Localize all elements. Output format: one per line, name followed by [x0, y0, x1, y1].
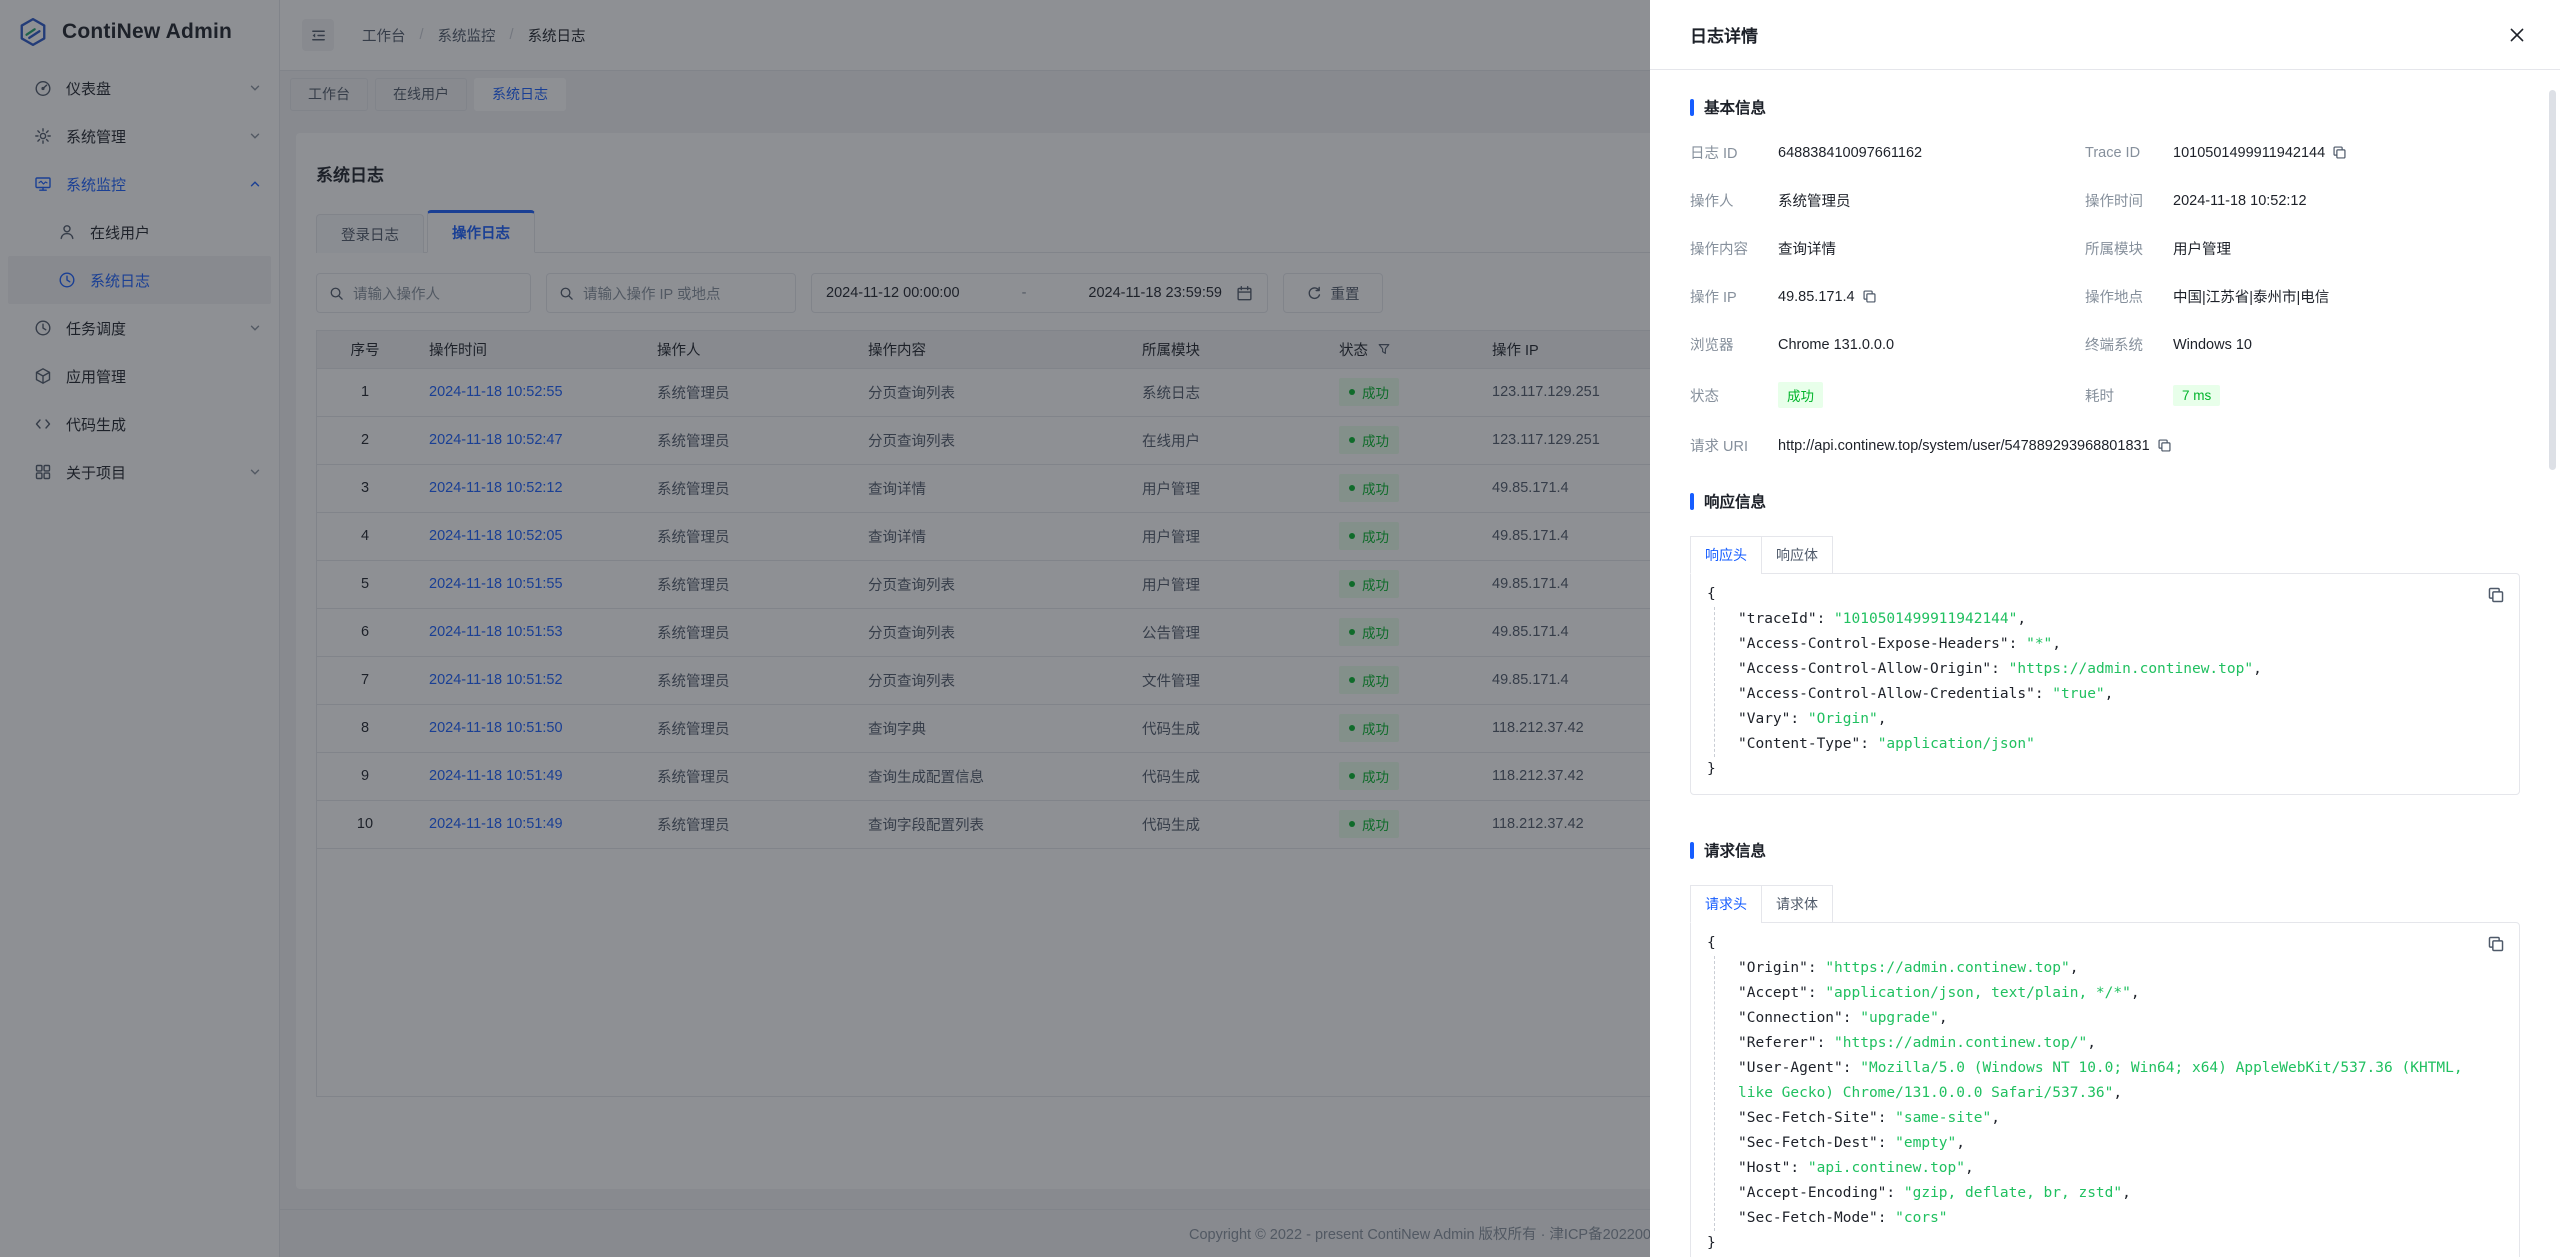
detail-field-操作内容: 操作内容查询详情	[1690, 238, 2085, 259]
response-info-heading: 响应信息	[1690, 490, 2520, 512]
detail-field-终端系统: 终端系统Windows 10	[2085, 334, 2520, 355]
field-value-text: 2024-11-18 10:52:12	[2173, 193, 2307, 209]
drawer-title: 日志详情	[1690, 22, 1758, 47]
log-detail-drawer: 日志详情 基本信息 日志 ID648838410097661162Trace I…	[1650, 0, 2560, 1257]
drawer-header: 日志详情	[1650, 0, 2560, 70]
copy-icon[interactable]	[2487, 935, 2505, 953]
code-line: "Access-Control-Expose-Headers": "*",	[1738, 632, 2473, 657]
copy-icon[interactable]	[1862, 289, 1877, 304]
code-entries: "Origin": "https://admin.continew.top","…	[1714, 956, 2473, 1231]
code-entries: "traceId": "1010501499911942144","Access…	[1714, 607, 2473, 757]
code-line: "Sec-Fetch-Mode": "cors"	[1738, 1206, 2473, 1231]
field-label: 操作 IP	[1690, 286, 1778, 307]
field-value-text: 系统管理员	[1778, 190, 1851, 211]
code-line: "Origin": "https://admin.continew.top",	[1738, 956, 2473, 981]
detail-field-操作 IP: 操作 IP49.85.171.4	[1690, 286, 2085, 307]
field-value-text: Windows 10	[2173, 337, 2252, 353]
detail-field-Trace ID: Trace ID1010501499911942144	[2085, 142, 2520, 163]
code-line: }	[1707, 1231, 2473, 1256]
section-accent-bar	[1690, 842, 1694, 859]
drawer-scrollbar[interactable]	[2549, 90, 2556, 470]
status-badge: 7 ms	[2173, 385, 2220, 406]
request-tabs: 请求头请求体	[1690, 885, 2520, 923]
code-line: "Access-Control-Allow-Origin": "https://…	[1738, 657, 2473, 682]
field-value-text: http://api.continew.top/system/user/5478…	[1778, 438, 2150, 454]
field-label: 浏览器	[1690, 334, 1778, 355]
code-line: "traceId": "1010501499911942144",	[1738, 607, 2473, 632]
request-tab-请求头[interactable]: 请求头	[1690, 885, 1762, 923]
field-label: 耗时	[2085, 385, 2173, 406]
code-line: "Accept": "application/json, text/plain,…	[1738, 981, 2473, 1006]
request-tab-请求体[interactable]: 请求体	[1761, 885, 1833, 923]
code-line: "User-Agent": "Mozilla/5.0 (Windows NT 1…	[1738, 1056, 2473, 1106]
field-value-text: 查询详情	[1778, 238, 1836, 259]
status-badge: 成功	[1778, 382, 1823, 408]
section-accent-bar	[1690, 99, 1694, 116]
detail-field-操作时间: 操作时间2024-11-18 10:52:12	[2085, 190, 2520, 211]
detail-field-所属模块: 所属模块用户管理	[2085, 238, 2520, 259]
response-headers-code: {"traceId": "1010501499911942144","Acces…	[1690, 573, 2520, 795]
detail-field-耗时: 耗时7 ms	[2085, 382, 2520, 408]
field-label: Trace ID	[2085, 145, 2173, 161]
detail-field-浏览器: 浏览器Chrome 131.0.0.0	[1690, 334, 2085, 355]
detail-field-日志 ID: 日志 ID648838410097661162	[1690, 142, 2085, 163]
section-accent-bar	[1690, 493, 1694, 510]
field-label: 操作人	[1690, 190, 1778, 211]
field-label: 请求 URI	[1690, 435, 1778, 456]
basic-info-heading: 基本信息	[1690, 96, 2520, 118]
field-value-text: 用户管理	[2173, 238, 2231, 259]
code-line: "Sec-Fetch-Site": "same-site",	[1738, 1106, 2473, 1131]
basic-info-fields: 日志 ID648838410097661162Trace ID101050149…	[1690, 142, 2520, 456]
response-tab-响应体[interactable]: 响应体	[1761, 536, 1833, 574]
request-info-heading: 请求信息	[1690, 839, 2520, 861]
field-label: 操作内容	[1690, 238, 1778, 259]
field-label: 操作地点	[2085, 286, 2173, 307]
field-value-text: 1010501499911942144	[2173, 145, 2325, 161]
detail-field-请求 URI: 请求 URIhttp://api.continew.top/system/use…	[1690, 435, 2520, 456]
copy-icon[interactable]	[2157, 438, 2172, 453]
field-value-text: 中国|江苏省|泰州市|电信	[2173, 286, 2329, 307]
code-line: "Referer": "https://admin.continew.top/"…	[1738, 1031, 2473, 1056]
response-tab-响应头[interactable]: 响应头	[1690, 536, 1762, 574]
field-label: 操作时间	[2085, 190, 2173, 211]
code-line: "Connection": "upgrade",	[1738, 1006, 2473, 1031]
code-line: {	[1707, 931, 2473, 956]
code-line: "Vary": "Origin",	[1738, 707, 2473, 732]
detail-field-操作地点: 操作地点中国|江苏省|泰州市|电信	[2085, 286, 2520, 307]
code-line: "Content-Type": "application/json"	[1738, 732, 2473, 757]
request-headers-code: {"Origin": "https://admin.continew.top",…	[1690, 922, 2520, 1257]
field-label: 日志 ID	[1690, 142, 1778, 163]
code-line: }	[1707, 757, 2473, 782]
field-value-text: 49.85.171.4	[1778, 289, 1855, 305]
copy-icon[interactable]	[2332, 145, 2347, 160]
code-line: "Sec-Fetch-Dest": "empty",	[1738, 1131, 2473, 1156]
detail-field-操作人: 操作人系统管理员	[1690, 190, 2085, 211]
detail-field-状态: 状态成功	[1690, 382, 2085, 408]
field-label: 所属模块	[2085, 238, 2173, 259]
drawer-body: 基本信息 日志 ID648838410097661162Trace ID1010…	[1650, 70, 2560, 1257]
code-line: "Access-Control-Allow-Credentials": "tru…	[1738, 682, 2473, 707]
code-line: "Accept-Encoding": "gzip, deflate, br, z…	[1738, 1181, 2473, 1206]
code-line: "Host": "api.continew.top",	[1738, 1156, 2473, 1181]
close-icon[interactable]	[2507, 25, 2527, 45]
response-tabs: 响应头响应体	[1690, 536, 2520, 574]
field-value-text: Chrome 131.0.0.0	[1778, 337, 1894, 353]
code-line: {	[1707, 582, 2473, 607]
copy-icon[interactable]	[2487, 586, 2505, 604]
field-label: 终端系统	[2085, 334, 2173, 355]
field-label: 状态	[1690, 385, 1778, 406]
field-value-text: 648838410097661162	[1778, 145, 1922, 161]
